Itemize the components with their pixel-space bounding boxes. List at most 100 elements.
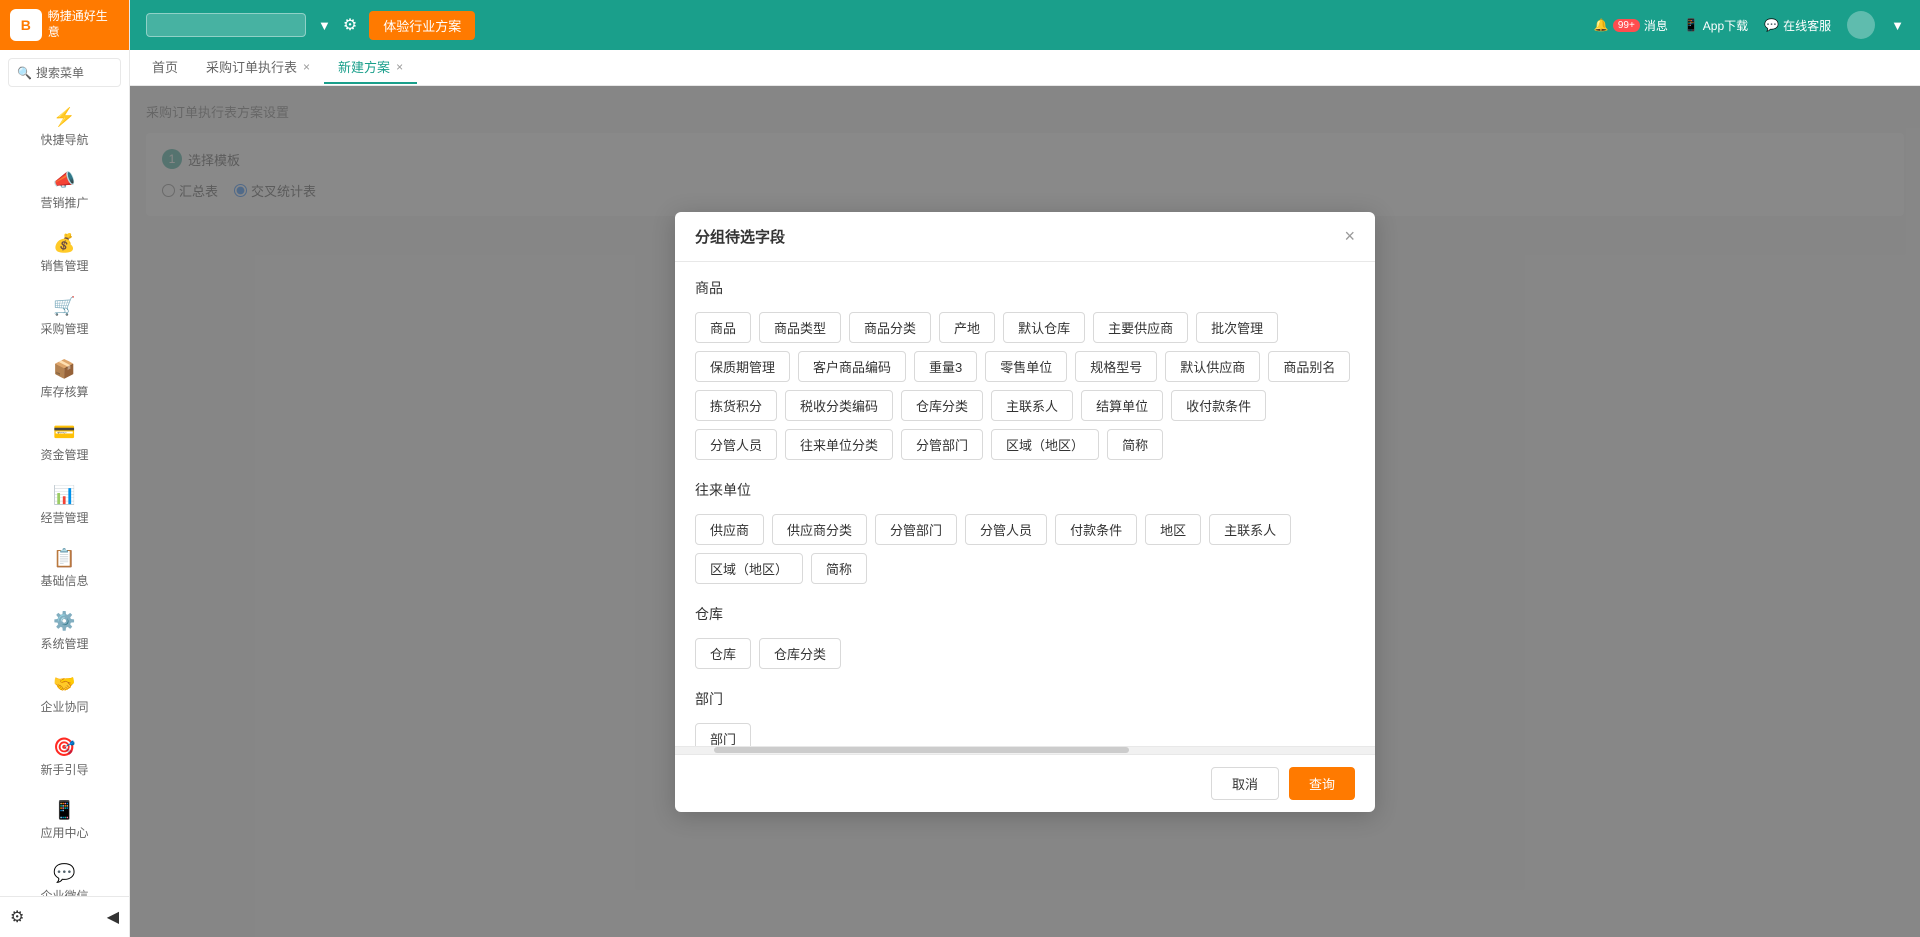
field-tag[interactable]: 重量3 [914, 351, 977, 382]
field-tag[interactable]: 仓库分类 [901, 390, 983, 421]
online-service-item[interactable]: 💬 在线客服 [1764, 17, 1831, 34]
app-center-label: 应用中心 [40, 824, 88, 841]
field-tag[interactable]: 商品类型 [759, 312, 841, 343]
field-tag[interactable]: 结算单位 [1081, 390, 1163, 421]
field-tag[interactable]: 供应商 [695, 514, 764, 545]
field-tag[interactable]: 分管部门 [901, 429, 983, 460]
tab-new-plan-close[interactable]: × [396, 60, 403, 74]
modal-horizontal-scrollbar[interactable] [675, 746, 1375, 753]
tab-new-plan[interactable]: 新建方案 × [324, 51, 417, 84]
sidebar-item-operations[interactable]: 📊 经营管理 [4, 475, 125, 536]
enterprise-icon: 🤝 [53, 674, 75, 695]
field-tag[interactable]: 默认供应商 [1165, 351, 1260, 382]
field-tag[interactable]: 税收分类编码 [785, 390, 893, 421]
corp-wechat-label: 企业微信 [40, 887, 88, 896]
enterprise-label: 企业协同 [40, 698, 88, 715]
sidebar-item-guide[interactable]: 🎯 新手引导 [4, 727, 125, 788]
field-tag[interactable]: 主要供应商 [1093, 312, 1188, 343]
field-section-warehouse: 仓库 仓库仓库分类 [695, 604, 1355, 669]
tab-home[interactable]: 首页 [138, 51, 192, 84]
field-tag[interactable]: 规格型号 [1075, 351, 1157, 382]
inventory-label: 库存核算 [40, 383, 88, 400]
confirm-button[interactable]: 查询 [1289, 767, 1355, 800]
field-tag[interactable]: 客户商品编码 [798, 351, 906, 382]
field-tag[interactable]: 商品分类 [849, 312, 931, 343]
tab-new-plan-label: 新建方案 [338, 57, 390, 76]
tab-purchase-exec-close[interactable]: × [303, 60, 310, 74]
header: ▼ ⚙ 体验行业方案 🔔 99+ 消息 📱 App下载 💬 在线客服 [130, 0, 1920, 50]
field-tag[interactable]: 批次管理 [1196, 312, 1278, 343]
sidebar-item-inventory[interactable]: 📦 库存核算 [4, 349, 125, 410]
search-icon: 🔍 [17, 66, 32, 80]
sales-icon: 💰 [53, 233, 75, 254]
field-tag[interactable]: 拣货积分 [695, 390, 777, 421]
logo-text: 畅捷通好生意 [48, 9, 119, 40]
field-tag[interactable]: 地区 [1145, 514, 1201, 545]
operations-label: 经营管理 [40, 509, 88, 526]
field-tag[interactable]: 分管人员 [965, 514, 1047, 545]
experience-btn[interactable]: 体验行业方案 [369, 11, 475, 40]
field-tag[interactable]: 仓库 [695, 638, 751, 669]
field-tag[interactable]: 往来单位分类 [785, 429, 893, 460]
sidebar-item-system[interactable]: ⚙️ 系统管理 [4, 601, 125, 662]
cancel-button[interactable]: 取消 [1211, 767, 1279, 800]
search-menu-button[interactable]: 🔍 搜索菜单 [8, 58, 121, 87]
header-settings-icon[interactable]: ⚙ [343, 15, 357, 35]
department-field-tags: 部门 [695, 723, 1355, 747]
field-tag[interactable]: 主联系人 [991, 390, 1073, 421]
warehouse-field-tags: 仓库仓库分类 [695, 638, 1355, 669]
field-tag[interactable]: 简称 [1107, 429, 1163, 460]
base-info-label: 基础信息 [40, 572, 88, 589]
sidebar-item-purchase[interactable]: 🛒 采购管理 [4, 286, 125, 347]
field-tag[interactable]: 零售单位 [985, 351, 1067, 382]
sidebar-item-corp-wechat[interactable]: 💬 企业微信 [4, 853, 125, 896]
field-tag[interactable]: 区域（地区） [695, 553, 803, 584]
tab-purchase-exec-label: 采购订单执行表 [206, 57, 297, 76]
sidebar-settings-icon[interactable]: ⚙ [10, 907, 24, 927]
field-tag[interactable]: 分管人员 [695, 429, 777, 460]
sidebar-item-base-info[interactable]: 📋 基础信息 [4, 538, 125, 599]
field-tag[interactable]: 付款条件 [1055, 514, 1137, 545]
field-tag[interactable]: 分管部门 [875, 514, 957, 545]
base-info-icon: 📋 [53, 548, 75, 569]
field-tag[interactable]: 仓库分类 [759, 638, 841, 669]
field-tag[interactable]: 商品别名 [1268, 351, 1350, 382]
field-tag[interactable]: 默认仓库 [1003, 312, 1085, 343]
header-dropdown-arrow[interactable]: ▼ [318, 18, 331, 33]
tab-bar: 首页 采购订单执行表 × 新建方案 × [130, 50, 1920, 86]
app-download-label: App下载 [1703, 17, 1748, 34]
sidebar-item-quick-nav[interactable]: ⚡ 快捷导航 [4, 97, 125, 158]
notification-item[interactable]: 🔔 99+ 消息 [1594, 17, 1668, 34]
goods-field-tags: 商品商品类型商品分类产地默认仓库主要供应商批次管理保质期管理客户商品编码重量3 零… [695, 312, 1355, 460]
header-right: 🔔 99+ 消息 📱 App下载 💬 在线客服 ▼ [1594, 11, 1904, 39]
field-tag[interactable]: 产地 [939, 312, 995, 343]
marketing-label: 营销推广 [40, 194, 88, 211]
modal-footer: 取消 查询 [675, 754, 1375, 812]
field-tag[interactable]: 保质期管理 [695, 351, 790, 382]
sidebar-item-app-center[interactable]: 📱 应用中心 [4, 790, 125, 851]
modal-overlay: 分组待选字段 × 商品 商品商品类型商品分类产地默认仓库主要供应商批次管理保质期… [130, 86, 1920, 937]
field-tag[interactable]: 供应商分类 [772, 514, 867, 545]
sidebar-item-marketing[interactable]: 📣 营销推广 [4, 160, 125, 221]
guide-label: 新手引导 [40, 761, 88, 778]
field-tag[interactable]: 部门 [695, 723, 751, 747]
field-tag[interactable]: 简称 [811, 553, 867, 584]
app-center-icon: 📱 [53, 800, 75, 821]
tab-purchase-exec[interactable]: 采购订单执行表 × [192, 51, 324, 84]
sidebar-item-finance[interactable]: 💳 资金管理 [4, 412, 125, 473]
sidebar-collapse-icon[interactable]: ◀ [107, 907, 119, 927]
field-tag[interactable]: 区域（地区） [991, 429, 1099, 460]
header-search-input[interactable] [146, 13, 306, 37]
warehouse-section-title: 仓库 [695, 604, 1355, 628]
modal-close-button[interactable]: × [1344, 226, 1355, 247]
field-tag[interactable]: 商品 [695, 312, 751, 343]
user-avatar[interactable] [1847, 11, 1875, 39]
user-dropdown-icon[interactable]: ▼ [1891, 18, 1904, 33]
modal-body: 商品 商品商品类型商品分类产地默认仓库主要供应商批次管理保质期管理客户商品编码重… [675, 262, 1375, 747]
app-download-item[interactable]: 📱 App下载 [1684, 17, 1748, 34]
field-tag[interactable]: 收付款条件 [1171, 390, 1266, 421]
field-tag[interactable]: 主联系人 [1209, 514, 1291, 545]
sidebar-nav: ⚡ 快捷导航 📣 营销推广 💰 销售管理 🛒 采购管理 📦 库存核算 💳 [0, 95, 129, 896]
sidebar-item-sales[interactable]: 💰 销售管理 [4, 223, 125, 284]
sidebar-item-enterprise[interactable]: 🤝 企业协同 [4, 664, 125, 725]
